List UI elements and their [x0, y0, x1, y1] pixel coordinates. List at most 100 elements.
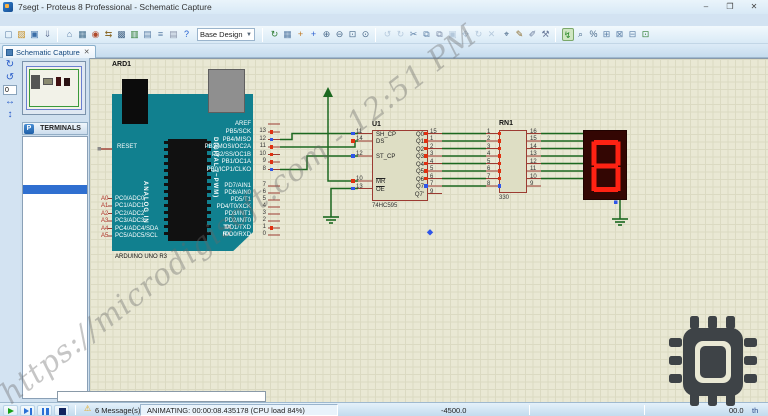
tab-close-icon[interactable]: ✕ — [84, 48, 90, 56]
u1-right-pin[interactable]: 4 — [424, 159, 444, 167]
toggle-grid[interactable]: ▦ — [282, 28, 294, 41]
arduino-analog-pin[interactable]: A5 PC5/ADC5/SCL — [101, 233, 234, 239]
packaging-tool[interactable]: ✐ — [527, 28, 539, 41]
block-move[interactable]: ✥ — [460, 28, 472, 41]
wire-autorouter[interactable]: ↯ — [561, 28, 574, 41]
search-and-tag[interactable]: ⌕ — [575, 28, 587, 41]
flip-vertical-icon[interactable]: ↕ — [3, 109, 17, 121]
arduino-digital-pin[interactable]: PB0/ICP1/CLKO 8 — [114, 166, 273, 173]
schematic-capture[interactable]: ▦ — [77, 28, 89, 41]
ground-terminal[interactable] — [323, 216, 628, 226]
u1-right-pin[interactable]: 2 — [424, 144, 444, 152]
zoom-all[interactable]: ⊙ — [360, 28, 372, 41]
pick-parts[interactable]: ⌖ — [501, 28, 513, 41]
block-delete[interactable]: ✕ — [486, 28, 498, 41]
pan[interactable]: + — [308, 28, 320, 41]
play-button[interactable] — [3, 404, 18, 416]
minimize-button[interactable]: – — [694, 0, 718, 13]
reset-wire[interactable] — [97, 147, 113, 151]
undo[interactable]: ↺ — [382, 28, 394, 41]
step-button[interactable] — [20, 404, 35, 416]
menu-item[interactable] — [33, 14, 45, 26]
u1-left-pin[interactable]: 14 — [346, 136, 370, 144]
terminal-list-item[interactable] — [23, 204, 87, 214]
u1-74hc595[interactable]: SH_CP DS ST_CP MR OE Q0 Q1 Q2 Q3 Q4 Q5 Q… — [372, 129, 428, 201]
u1-right-pin[interactable]: 5 — [424, 166, 444, 174]
paste[interactable]: ⧉ — [434, 28, 446, 41]
terminal-list-item[interactable] — [23, 156, 87, 166]
flip-horizontal-icon[interactable]: ↔ — [3, 96, 17, 108]
menu-item[interactable] — [81, 14, 93, 26]
new-root-sheet[interactable]: ⊞ — [601, 28, 613, 41]
terminal-list-item[interactable] — [23, 166, 87, 176]
pcb-layout[interactable]: ◉ — [90, 28, 102, 41]
rn1-resistor-network[interactable] — [499, 129, 527, 193]
u1-right-pin[interactable]: 3 — [424, 151, 444, 159]
arduino-digital-pin[interactable]: PB2/SS/OC1B 10 — [114, 151, 273, 158]
copy[interactable]: ⧉ — [421, 28, 433, 41]
terminal-list-item[interactable] — [23, 147, 87, 157]
u1-right-pin[interactable]: 15 — [424, 129, 444, 137]
u1-right-pin[interactable]: 7 — [424, 181, 444, 189]
rotate-counterclockwise-icon[interactable]: ↺ — [3, 72, 17, 84]
terminal-list-item[interactable] — [23, 194, 87, 204]
arduino-analog-pin[interactable]: A2 PC2/ADC2 — [101, 211, 234, 217]
block-copy[interactable]: ▣ — [447, 28, 459, 41]
design-explorer[interactable]: ⇆ — [103, 28, 115, 41]
menu-item[interactable] — [105, 14, 117, 26]
u1-left-pin[interactable]: 12 — [346, 151, 370, 159]
home-page[interactable]: ⌂ — [64, 28, 76, 41]
menu-item[interactable] — [9, 14, 21, 26]
centre-at-origin[interactable]: + — [295, 28, 307, 41]
menu-item[interactable] — [69, 14, 81, 26]
design-selector-dropdown[interactable]: Base Design ▼ — [197, 28, 255, 41]
bill-of-materials[interactable]: ▤ — [142, 28, 154, 41]
property-assignment-tool[interactable]: % — [588, 28, 600, 41]
schematic-overview[interactable] — [22, 61, 86, 115]
arduino-analog-pin[interactable]: A4 PC4/ADC4/SDA — [101, 226, 234, 232]
terminal-list-item[interactable] — [23, 175, 87, 185]
arduino-digital-pin[interactable]: PD7/AIN1 7 — [114, 182, 269, 189]
terminal-list-item[interactable] — [23, 137, 87, 147]
signal-wires[interactable] — [280, 95, 621, 219]
goto-sheet[interactable]: ⊟ — [627, 28, 639, 41]
new-design[interactable]: ▢ — [3, 28, 15, 41]
arduino-analog-pin[interactable]: A1 PC1/ADC1 — [101, 203, 234, 209]
3d-viewer[interactable]: ▩ — [116, 28, 128, 41]
remove-sheet[interactable]: ⊠ — [614, 28, 626, 41]
menu-item[interactable] — [0, 14, 9, 26]
rn1-right-pin[interactable]: 9 — [528, 181, 541, 189]
u1-right-pin[interactable]: 6 — [424, 174, 444, 182]
redraw[interactable]: ↻ — [269, 28, 281, 41]
redo[interactable]: ↻ — [395, 28, 407, 41]
rn1-left-pin[interactable]: 8 — [486, 181, 501, 189]
terminal-list-item[interactable] — [23, 213, 87, 223]
terminal-list-item[interactable] — [23, 184, 87, 194]
pick-device-button[interactable]: P — [24, 123, 34, 134]
seven-segment-display[interactable] — [583, 129, 627, 200]
zoom-area[interactable]: ⊡ — [347, 28, 359, 41]
rotation-angle-input[interactable] — [3, 85, 17, 95]
maximize-button[interactable]: ❐ — [718, 0, 742, 13]
message-count[interactable]: 6 Message(s) — [95, 406, 140, 415]
arduino-digital-pin[interactable]: PB1/OC1A 9 — [114, 158, 273, 165]
menu-item[interactable] — [21, 14, 33, 26]
open-design[interactable]: ▨ — [16, 28, 28, 41]
pause-button[interactable] — [37, 404, 52, 416]
power-terminal[interactable] — [323, 87, 333, 97]
arduino-digital-pin[interactable]: PB4/MISO 12 — [114, 136, 273, 143]
block-rotate[interactable]: ↻ — [473, 28, 485, 41]
zoom-to-child[interactable]: ⊡ — [640, 28, 652, 41]
rotate-clockwise-icon[interactable]: ↻ — [3, 59, 17, 71]
design-notes[interactable]: ▤ — [168, 28, 180, 41]
help[interactable]: ? — [181, 28, 193, 41]
stop-button[interactable] — [54, 404, 69, 416]
arduino-digital-pin[interactable]: PB3/MOSI/OC2A 11 — [114, 143, 273, 150]
component-browser[interactable]: ▥ — [129, 28, 141, 41]
zoom-out[interactable]: ⊖ — [334, 28, 346, 41]
close-button[interactable]: ✕ — [742, 0, 766, 13]
import-project[interactable]: ⇓ — [42, 28, 54, 41]
u1-left-pin[interactable]: 13 — [346, 184, 370, 192]
arduino-analog-pin[interactable]: A0 PC0/ADC0 — [101, 196, 234, 202]
arduino-digital-pin[interactable]: PB5/SCK 13 — [114, 128, 273, 135]
